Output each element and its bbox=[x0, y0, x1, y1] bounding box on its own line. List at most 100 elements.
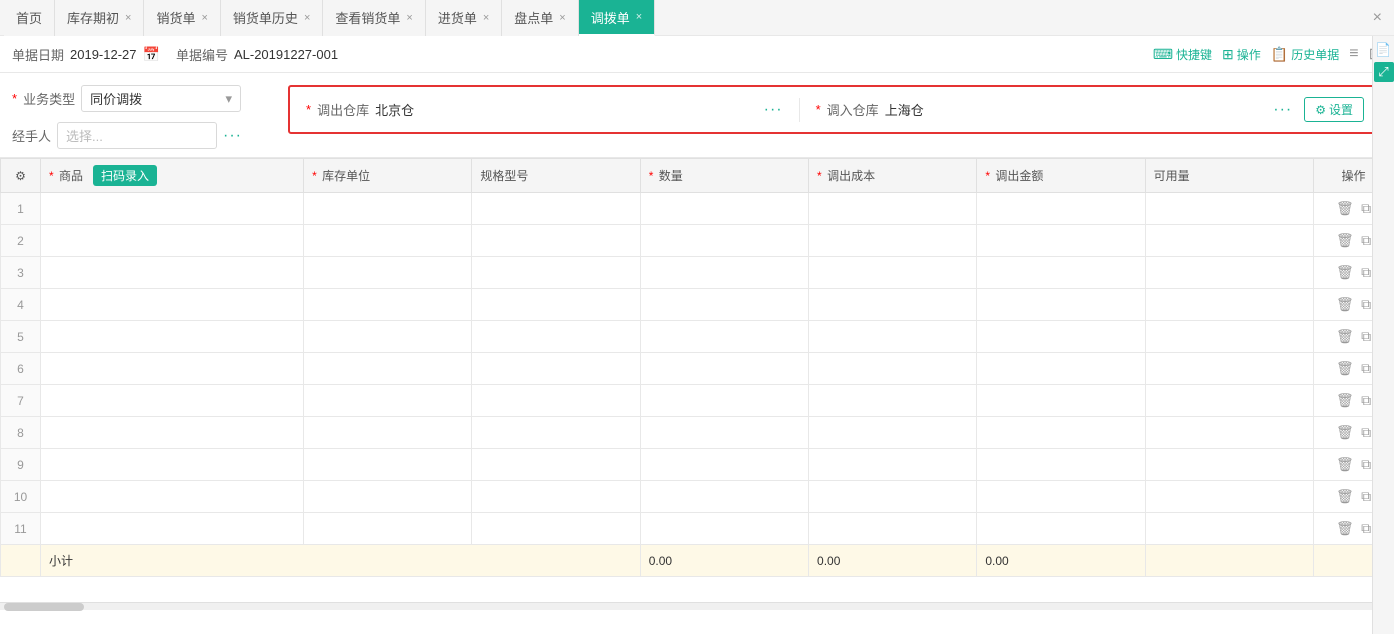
tab-close-transfer[interactable]: × bbox=[636, 11, 642, 23]
tab-close-purchase[interactable]: × bbox=[483, 12, 489, 24]
table-row: 8 🗑 ⧉ bbox=[1, 417, 1394, 449]
sidebar-doc-icon[interactable]: 📄 bbox=[1374, 40, 1394, 60]
table-row: 5 🗑 ⧉ bbox=[1, 321, 1394, 353]
delete-row-icon[interactable]: 🗑 bbox=[1336, 232, 1354, 248]
in-warehouse-field: * 调入仓库 上海仓 ··· bbox=[816, 100, 1293, 119]
col-header-available: 可用量 bbox=[1145, 159, 1313, 193]
copy-row-icon[interactable]: ⧉ bbox=[1361, 360, 1371, 376]
scan-enter-button[interactable]: 扫码录入 bbox=[93, 165, 157, 186]
right-sidebar: 📄 ⤢ bbox=[1372, 36, 1394, 634]
header-left: 单据日期 2019-12-27 📅 单据编号 AL-20191227-001 bbox=[12, 45, 338, 64]
tab-sales-history[interactable]: 销货单历史 × bbox=[221, 0, 323, 36]
biz-type-select[interactable]: 同价调拨 ▾ bbox=[81, 85, 241, 112]
delete-row-icon[interactable]: 🗑 bbox=[1336, 296, 1354, 312]
tab-purchase[interactable]: 进货单 × bbox=[426, 0, 502, 36]
table-row: 2 🗑 ⧉ bbox=[1, 225, 1394, 257]
table-row: 6 🗑 ⧉ bbox=[1, 353, 1394, 385]
table-row: 3 🗑 ⧉ bbox=[1, 257, 1394, 289]
delete-row-icon[interactable]: 🗑 bbox=[1336, 264, 1354, 280]
copy-row-icon[interactable]: ⧉ bbox=[1361, 520, 1371, 536]
tab-sales-order[interactable]: 销货单 × bbox=[144, 0, 220, 36]
tab-close-sales-history[interactable]: × bbox=[304, 12, 310, 24]
copy-row-icon[interactable]: ⧉ bbox=[1361, 328, 1371, 344]
window-close-button[interactable]: × bbox=[1361, 9, 1394, 27]
shortcut-icon: ⌨ bbox=[1153, 46, 1173, 63]
history-action[interactable]: 📋 历史单据 bbox=[1271, 46, 1339, 63]
col-header-cost: * 调出成本 bbox=[809, 159, 977, 193]
delete-row-icon[interactable]: 🗑 bbox=[1336, 200, 1354, 216]
tab-close-inventory-init[interactable]: × bbox=[125, 12, 131, 24]
copy-row-icon[interactable]: ⧉ bbox=[1361, 392, 1371, 408]
subtotal-amount: 0.00 bbox=[977, 545, 1145, 577]
delete-row-icon[interactable]: 🗑 bbox=[1336, 488, 1354, 504]
subtotal-quantity: 0.00 bbox=[640, 545, 808, 577]
tab-inventory-init[interactable]: 库存期初 × bbox=[55, 0, 144, 36]
sidebar-expand-icon[interactable]: ⤢ bbox=[1374, 62, 1394, 82]
handler-field: 经手人 选择... ··· bbox=[12, 122, 272, 149]
transfer-table: ⚙ * 商品 扫码录入 * 库存单位 规格型号 * 数量 bbox=[0, 158, 1394, 577]
table-row: 1 🗑 ⧉ bbox=[1, 193, 1394, 225]
table-row: 4 🗑 ⧉ bbox=[1, 289, 1394, 321]
tab-view-sales[interactable]: 查看销货单 × bbox=[323, 0, 425, 36]
tab-close-sales-order[interactable]: × bbox=[201, 12, 207, 24]
table-header-row: ⚙ * 商品 扫码录入 * 库存单位 规格型号 * 数量 bbox=[1, 159, 1394, 193]
ops-icon: ⊞ bbox=[1222, 46, 1234, 63]
delete-row-icon[interactable]: 🗑 bbox=[1336, 520, 1354, 536]
table-row: 9 🗑 ⧉ bbox=[1, 449, 1394, 481]
biz-type-field: * 业务类型 同价调拨 ▾ bbox=[12, 85, 272, 112]
col-header-amount: * 调出金额 bbox=[977, 159, 1145, 193]
col-header-quantity: * 数量 bbox=[640, 159, 808, 193]
tab-home[interactable]: 首页 bbox=[4, 0, 55, 36]
tab-close-view-sales[interactable]: × bbox=[406, 12, 412, 24]
handler-select[interactable]: 选择... bbox=[57, 122, 217, 149]
form-area: * 业务类型 同价调拨 ▾ 经手人 选择... ··· * 调出仓库 北京仓 ·… bbox=[0, 73, 1394, 158]
handler-more-icon[interactable]: ··· bbox=[223, 127, 242, 145]
history-icon: 📋 bbox=[1271, 46, 1288, 63]
col-header-spec: 规格型号 bbox=[472, 159, 640, 193]
tab-bar: 首页 库存期初 × 销货单 × 销货单历史 × 查看销货单 × 进货单 × 盘点… bbox=[0, 0, 1394, 36]
copy-row-icon[interactable]: ⧉ bbox=[1361, 200, 1371, 216]
tab-transfer[interactable]: 调拨单 × bbox=[579, 0, 655, 36]
copy-row-icon[interactable]: ⧉ bbox=[1361, 296, 1371, 312]
copy-row-icon[interactable]: ⧉ bbox=[1361, 424, 1371, 440]
delete-row-icon[interactable]: 🗑 bbox=[1336, 424, 1354, 440]
warehouse-settings-button[interactable]: ⚙ 设置 bbox=[1304, 97, 1364, 122]
warehouse-section: * 调出仓库 北京仓 ··· * 调入仓库 上海仓 ··· ⚙ 设置 bbox=[288, 85, 1382, 134]
delete-row-icon[interactable]: 🗑 bbox=[1336, 360, 1354, 376]
date-field: 单据日期 2019-12-27 📅 bbox=[12, 45, 160, 64]
copy-row-icon[interactable]: ⧉ bbox=[1361, 456, 1371, 472]
table-row: 10 🗑 ⧉ bbox=[1, 481, 1394, 513]
table-row: 11 🗑 ⧉ bbox=[1, 513, 1394, 545]
copy-row-icon[interactable]: ⧉ bbox=[1361, 264, 1371, 280]
table-gear-icon[interactable]: ⚙ bbox=[15, 169, 26, 183]
out-warehouse-field: * 调出仓库 北京仓 ··· bbox=[306, 100, 783, 119]
header-right: ⌨ 快捷键 ⊞ 操作 📋 历史单据 ≡ ⊟ bbox=[1153, 44, 1382, 64]
in-warehouse-more-icon[interactable]: ··· bbox=[1273, 101, 1292, 119]
layout-list-icon[interactable]: ≡ bbox=[1349, 45, 1358, 63]
copy-row-icon[interactable]: ⧉ bbox=[1361, 232, 1371, 248]
calendar-icon[interactable]: 📅 bbox=[143, 46, 160, 63]
header-bar: 单据日期 2019-12-27 📅 单据编号 AL-20191227-001 ⌨… bbox=[0, 36, 1394, 73]
col-header-product: * 商品 扫码录入 bbox=[41, 159, 304, 193]
form-left: * 业务类型 同价调拨 ▾ 经手人 选择... ··· bbox=[12, 85, 272, 149]
delete-row-icon[interactable]: 🗑 bbox=[1336, 456, 1354, 472]
tab-close-stocktake[interactable]: × bbox=[559, 12, 565, 24]
subtotal-cost: 0.00 bbox=[809, 545, 977, 577]
col-header-gear: ⚙ bbox=[1, 159, 41, 193]
shortcut-action[interactable]: ⌨ 快捷键 bbox=[1153, 46, 1212, 63]
table-container: ⚙ * 商品 扫码录入 * 库存单位 规格型号 * 数量 bbox=[0, 158, 1394, 602]
tab-stocktake[interactable]: 盘点单 × bbox=[502, 0, 578, 36]
settings-gear-icon: ⚙ bbox=[1315, 103, 1326, 117]
subtotal-row: 小计 0.00 0.00 0.00 bbox=[1, 545, 1394, 577]
operations-action[interactable]: ⊞ 操作 bbox=[1222, 46, 1261, 63]
out-warehouse-more-icon[interactable]: ··· bbox=[764, 101, 783, 119]
subtotal-label: 小计 bbox=[41, 545, 641, 577]
col-header-unit: * 库存单位 bbox=[304, 159, 472, 193]
copy-row-icon[interactable]: ⧉ bbox=[1361, 488, 1371, 504]
table-row: 7 🗑 ⧉ bbox=[1, 385, 1394, 417]
delete-row-icon[interactable]: 🗑 bbox=[1336, 328, 1354, 344]
delete-row-icon[interactable]: 🗑 bbox=[1336, 392, 1354, 408]
horizontal-scrollbar[interactable] bbox=[0, 602, 1394, 610]
docnum-field: 单据编号 AL-20191227-001 bbox=[176, 45, 338, 64]
biz-type-chevron-icon: ▾ bbox=[226, 91, 233, 107]
